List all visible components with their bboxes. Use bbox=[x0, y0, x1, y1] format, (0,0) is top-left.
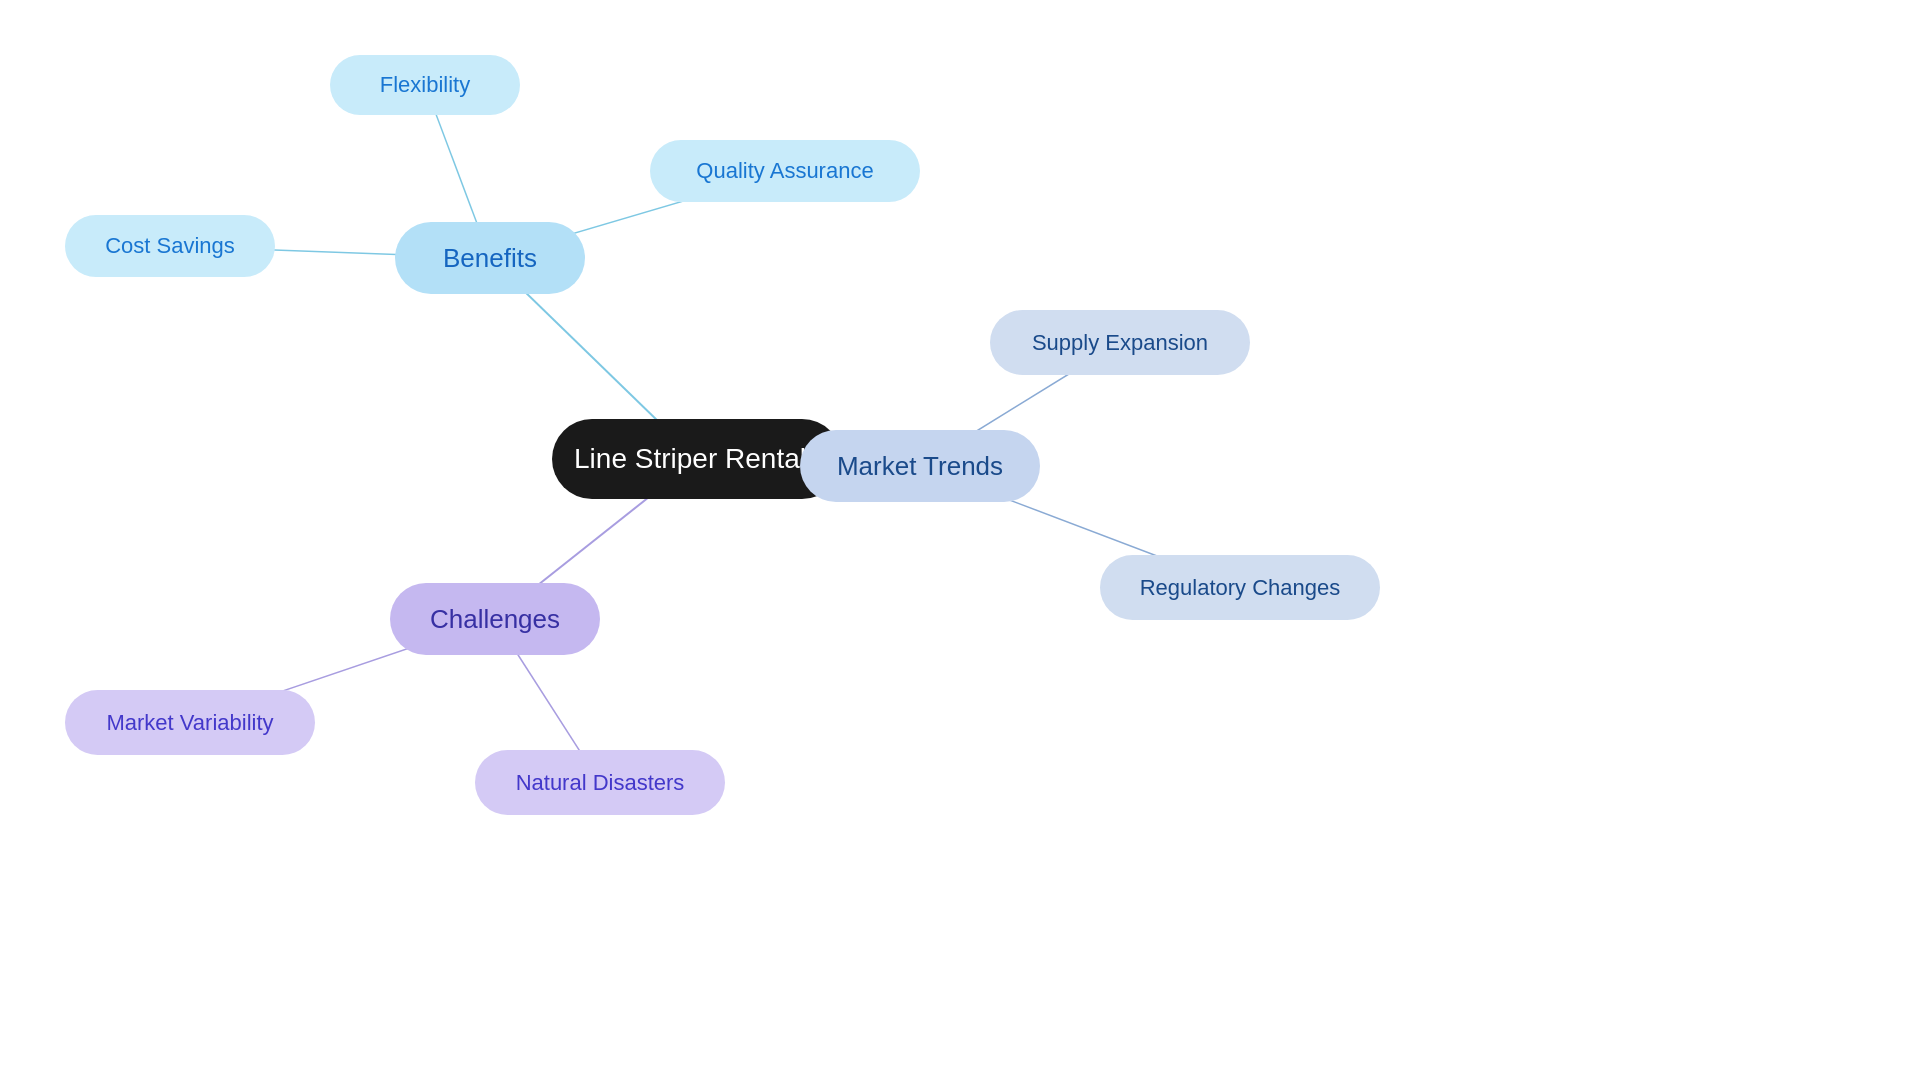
quality-assurance-label: Quality Assurance bbox=[696, 158, 873, 184]
market-variability-label: Market Variability bbox=[106, 710, 273, 736]
market-trends-label: Market Trends bbox=[837, 451, 1003, 482]
challenges-label: Challenges bbox=[430, 604, 560, 635]
center-node[interactable]: Line Striper Rentals bbox=[552, 419, 842, 499]
market-trends-node[interactable]: Market Trends bbox=[800, 430, 1040, 502]
market-variability-node[interactable]: Market Variability bbox=[65, 690, 315, 755]
benefits-label: Benefits bbox=[443, 243, 537, 274]
supply-expansion-label: Supply Expansion bbox=[1032, 330, 1208, 356]
benefits-node[interactable]: Benefits bbox=[395, 222, 585, 294]
flexibility-label: Flexibility bbox=[380, 72, 470, 98]
cost-savings-label: Cost Savings bbox=[105, 233, 235, 259]
challenges-node[interactable]: Challenges bbox=[390, 583, 600, 655]
natural-disasters-node[interactable]: Natural Disasters bbox=[475, 750, 725, 815]
regulatory-changes-label: Regulatory Changes bbox=[1140, 575, 1341, 601]
flexibility-node[interactable]: Flexibility bbox=[330, 55, 520, 115]
cost-savings-node[interactable]: Cost Savings bbox=[65, 215, 275, 277]
quality-assurance-node[interactable]: Quality Assurance bbox=[650, 140, 920, 202]
regulatory-changes-node[interactable]: Regulatory Changes bbox=[1100, 555, 1380, 620]
natural-disasters-label: Natural Disasters bbox=[516, 770, 685, 796]
center-label: Line Striper Rentals bbox=[574, 443, 820, 475]
supply-expansion-node[interactable]: Supply Expansion bbox=[990, 310, 1250, 375]
